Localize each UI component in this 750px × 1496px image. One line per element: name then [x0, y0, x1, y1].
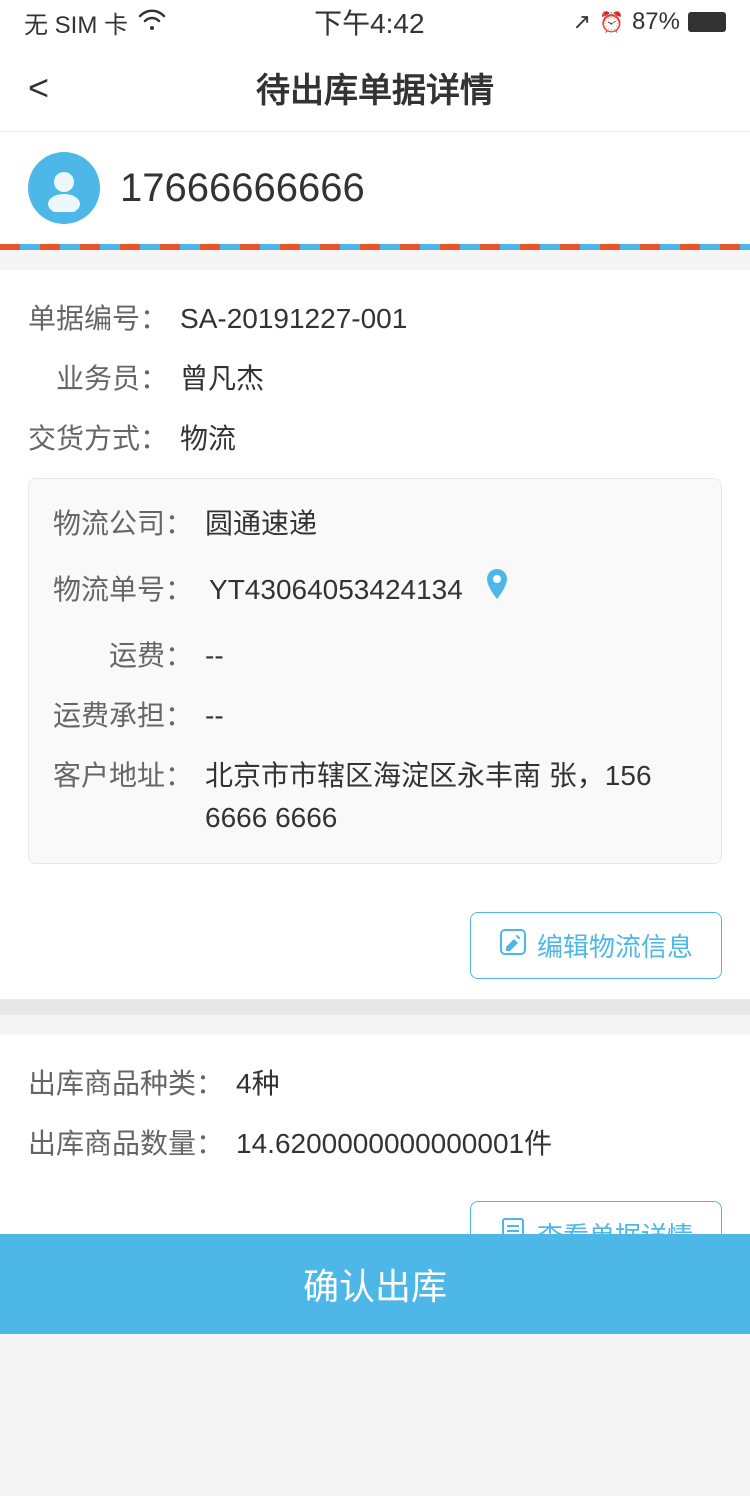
delivery-label: 交货方式：: [28, 418, 168, 460]
freight-value: --: [205, 635, 697, 677]
delivery-value: 物流: [180, 418, 722, 460]
dashed-divider: [0, 244, 750, 250]
status-right: ↗ ⏰ 87%: [573, 8, 726, 36]
battery-icon: [688, 12, 726, 32]
staff-label: 业务员：: [28, 358, 168, 400]
logistics-company-label: 物流公司：: [53, 503, 193, 545]
product-type-label: 出库商品种类：: [28, 1063, 224, 1105]
logistics-card: 物流公司： 圆通速递 物流单号： YT43064053424134 运费： --…: [28, 478, 722, 864]
user-phone: 17666666666: [120, 166, 365, 211]
sim-label: 无 SIM 卡: [24, 5, 128, 40]
confirm-label: 确认出库: [303, 1258, 447, 1310]
product-quantity-value: 14.6200000000000001件: [236, 1123, 722, 1165]
address-row: 客户地址： 北京市市辖区海淀区永丰南 张，156 6666 6666: [53, 755, 697, 839]
tracking-value: YT43064053424134: [209, 569, 463, 611]
back-button[interactable]: <: [28, 67, 49, 109]
product-quantity-label: 出库商品数量：: [28, 1123, 224, 1165]
status-left: 无 SIM 卡: [24, 5, 166, 40]
product-type-value: 4种: [236, 1063, 722, 1105]
stats-section: 出库商品种类： 4种 出库商品数量： 14.6200000000000001件: [0, 1035, 750, 1185]
document-number-value: SA-20191227-001: [180, 298, 722, 340]
logistics-company-row: 物流公司： 圆通速递: [53, 503, 697, 545]
user-header: 17666666666: [0, 132, 750, 244]
location-status-icon: ↗: [573, 9, 591, 35]
product-type-row: 出库商品种类： 4种: [28, 1063, 722, 1105]
edit-logistics-label: 编辑物流信息: [537, 927, 693, 964]
delivery-row: 交货方式： 物流: [28, 418, 722, 460]
wifi-icon: [138, 8, 166, 37]
freight-bear-label: 运费承担：: [53, 695, 193, 737]
staff-value: 曾凡杰: [180, 358, 722, 400]
tracking-row: 物流单号： YT43064053424134: [53, 563, 697, 617]
map-pin-icon[interactable]: [479, 563, 515, 617]
document-info-section: 单据编号： SA-20191227-001 业务员： 曾凡杰 交货方式： 物流 …: [0, 270, 750, 892]
logistics-company-value: 圆通速递: [205, 503, 697, 545]
address-value: 北京市市辖区海淀区永丰南 张，156 6666 6666: [205, 755, 697, 839]
alarm-icon: ⏰: [599, 10, 624, 35]
address-label: 客户地址：: [53, 755, 193, 797]
staff-row: 业务员： 曾凡杰: [28, 358, 722, 400]
battery-label: 87%: [632, 8, 680, 36]
nav-bar: < 待出库单据详情: [0, 44, 750, 132]
document-number-row: 单据编号： SA-20191227-001: [28, 298, 722, 340]
status-bar: 无 SIM 卡 下午4:42 ↗ ⏰ 87%: [0, 0, 750, 44]
avatar: [28, 152, 100, 224]
product-quantity-row: 出库商品数量： 14.6200000000000001件: [28, 1123, 722, 1165]
document-number-label: 单据编号：: [28, 298, 168, 340]
edit-logistics-area: 编辑物流信息: [0, 892, 750, 999]
page-title: 待出库单据详情: [256, 63, 494, 112]
tracking-label: 物流单号：: [53, 569, 193, 611]
freight-bear-row: 运费承担： --: [53, 695, 697, 737]
edit-icon: [499, 928, 527, 963]
edit-logistics-button[interactable]: 编辑物流信息: [470, 912, 722, 979]
status-time: 下午4:42: [314, 2, 425, 42]
freight-label: 运费：: [53, 635, 193, 677]
freight-row: 运费： --: [53, 635, 697, 677]
section-divider: [0, 999, 750, 1015]
freight-bear-value: --: [205, 695, 697, 737]
confirm-bar[interactable]: 确认出库: [0, 1234, 750, 1334]
